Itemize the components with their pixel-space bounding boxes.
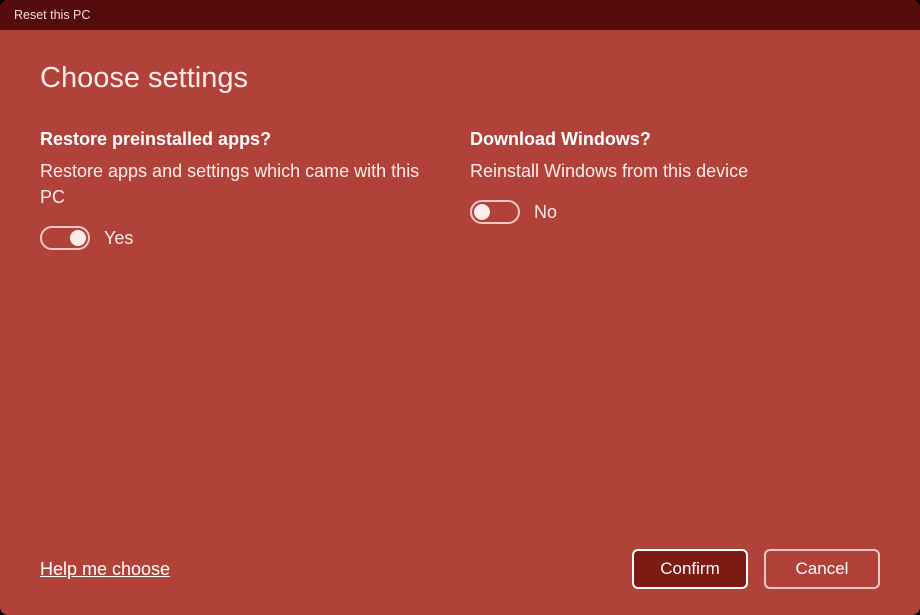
reset-pc-window: Reset this PC Choose settings Restore pr… (0, 0, 920, 615)
footer: Help me choose Confirm Cancel (40, 549, 880, 589)
restore-toggle-row: Yes (40, 226, 450, 250)
download-toggle[interactable] (470, 200, 520, 224)
titlebar: Reset this PC (0, 0, 920, 30)
cancel-button[interactable]: Cancel (764, 549, 880, 589)
confirm-button[interactable]: Confirm (632, 549, 748, 589)
toggle-knob-icon (474, 204, 490, 220)
restore-description: Restore apps and settings which came wit… (40, 158, 420, 210)
restore-preinstalled-option: Restore preinstalled apps? Restore apps … (40, 129, 450, 549)
restore-toggle-label: Yes (104, 228, 133, 249)
footer-buttons: Confirm Cancel (632, 549, 880, 589)
download-toggle-label: No (534, 202, 557, 223)
download-toggle-row: No (470, 200, 880, 224)
download-heading: Download Windows? (470, 129, 880, 150)
page-title: Choose settings (40, 62, 880, 95)
options-grid: Restore preinstalled apps? Restore apps … (40, 129, 880, 549)
download-windows-option: Download Windows? Reinstall Windows from… (470, 129, 880, 549)
download-description: Reinstall Windows from this device (470, 158, 850, 184)
content-area: Choose settings Restore preinstalled app… (0, 30, 920, 615)
window-title: Reset this PC (14, 8, 90, 22)
restore-toggle[interactable] (40, 226, 90, 250)
help-me-choose-link[interactable]: Help me choose (40, 559, 170, 580)
toggle-knob-icon (70, 230, 86, 246)
restore-heading: Restore preinstalled apps? (40, 129, 450, 150)
